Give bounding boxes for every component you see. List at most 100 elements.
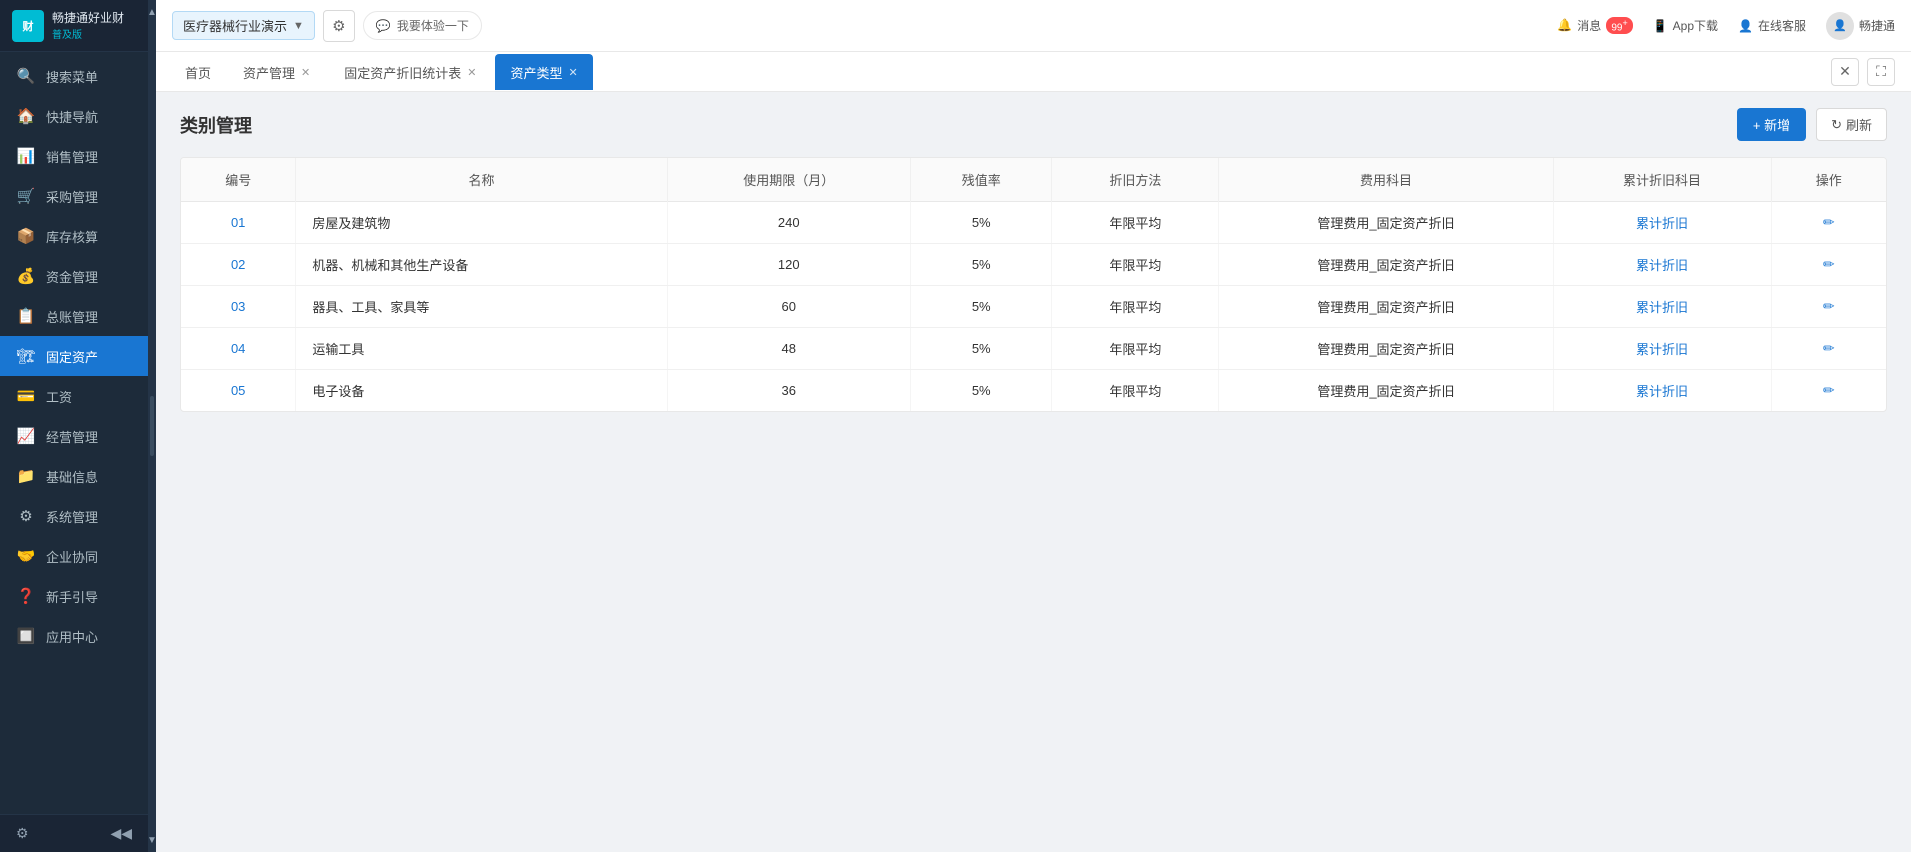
message-action[interactable]: 🔔 消息 99+ bbox=[1557, 17, 1632, 34]
edit-icon[interactable]: ✏ bbox=[1823, 298, 1835, 314]
cell-edit[interactable]: ✏ bbox=[1771, 328, 1886, 370]
topbar-settings-button[interactable]: ⚙ bbox=[323, 10, 355, 42]
sidebar-item-cooperation[interactable]: 🤝 企业协同 bbox=[0, 536, 148, 576]
username-label: 畅捷通 bbox=[1859, 17, 1895, 34]
sidebar-item-fixed-assets[interactable]: 🏗 固定资产 bbox=[0, 336, 148, 376]
col-name: 名称 bbox=[296, 158, 667, 202]
tabbar-expand-button[interactable]: ⛶ bbox=[1867, 58, 1895, 86]
col-actions: 操作 bbox=[1771, 158, 1886, 202]
experience-button[interactable]: 💬 我要体验一下 bbox=[363, 11, 482, 40]
sidebar-item-sales[interactable]: 📊 销售管理 bbox=[0, 136, 148, 176]
sidebar-item-basics[interactable]: 📁 基础信息 bbox=[0, 456, 148, 496]
cell-period: 36 bbox=[667, 370, 911, 412]
ops-icon: 📈 bbox=[16, 426, 36, 446]
tab-depreciation-stat[interactable]: 固定资产折旧统计表 ✕ bbox=[329, 54, 491, 90]
cell-edit[interactable]: ✏ bbox=[1771, 244, 1886, 286]
tab-depreciation-stat-close[interactable]: ✕ bbox=[467, 66, 476, 79]
cell-name: 电子设备 bbox=[296, 370, 667, 412]
app-download-action[interactable]: 📱 App下载 bbox=[1653, 17, 1718, 34]
sidebar-item-label: 固定资产 bbox=[46, 347, 98, 366]
cell-accumulated: 累计折旧 bbox=[1553, 244, 1771, 286]
cell-id: 02 bbox=[181, 244, 296, 286]
sidebar-item-label: 应用中心 bbox=[46, 627, 98, 646]
tab-home[interactable]: 首页 bbox=[172, 54, 224, 90]
purchase-icon: 🛒 bbox=[16, 186, 36, 206]
sidebar-item-guide[interactable]: ❓ 新手引导 bbox=[0, 576, 148, 616]
table-row: 03 器具、工具、家具等 60 5% 年限平均 管理费用_固定资产折旧 累计折旧… bbox=[181, 286, 1886, 328]
category-table-container: 编号 名称 使用期限（月） 残值率 折旧方法 费用科目 累计折旧科目 操作 01… bbox=[180, 157, 1887, 412]
experience-icon: 💬 bbox=[376, 19, 391, 33]
cell-period: 120 bbox=[667, 244, 911, 286]
sidebar-item-ledger[interactable]: 📋 总账管理 bbox=[0, 296, 148, 336]
category-table: 编号 名称 使用期限（月） 残值率 折旧方法 费用科目 累计折旧科目 操作 01… bbox=[181, 158, 1886, 411]
cell-expense: 管理费用_固定资产折旧 bbox=[1219, 328, 1553, 370]
sidebar-item-ops[interactable]: 📈 经营管理 bbox=[0, 416, 148, 456]
header-actions: + 新增 ↻ 刷新 bbox=[1737, 108, 1887, 141]
edit-icon[interactable]: ✏ bbox=[1823, 382, 1835, 398]
cell-edit[interactable]: ✏ bbox=[1771, 286, 1886, 328]
inventory-icon: 📦 bbox=[16, 226, 36, 246]
page-content: 类别管理 + 新增 ↻ 刷新 编号 名称 使用期限（月） 残值率 bbox=[156, 92, 1911, 852]
col-method: 折旧方法 bbox=[1052, 158, 1219, 202]
sidebar-item-inventory[interactable]: 📦 库存核算 bbox=[0, 216, 148, 256]
cell-name: 机器、机械和其他生产设备 bbox=[296, 244, 667, 286]
edit-icon[interactable]: ✏ bbox=[1823, 340, 1835, 356]
tab-asset-type[interactable]: 资产类型 ✕ bbox=[495, 54, 592, 90]
experience-label: 我要体验一下 bbox=[397, 17, 469, 34]
cell-residual: 5% bbox=[911, 244, 1052, 286]
tabbar-close-button[interactable]: ✕ bbox=[1831, 58, 1859, 86]
topbar-left: 医疗器械行业演示 ▼ ⚙ 💬 我要体验一下 bbox=[172, 10, 482, 42]
cell-edit[interactable]: ✏ bbox=[1771, 202, 1886, 244]
app-center-icon: 🔲 bbox=[16, 626, 36, 646]
cell-residual: 5% bbox=[911, 286, 1052, 328]
sidebar-item-label: 工资 bbox=[46, 387, 72, 406]
app-selector[interactable]: 医疗器械行业演示 ▼ bbox=[172, 11, 315, 40]
table-row: 05 电子设备 36 5% 年限平均 管理费用_固定资产折旧 累计折旧 ✏ bbox=[181, 370, 1886, 412]
cell-expense: 管理费用_固定资产折旧 bbox=[1219, 202, 1553, 244]
sidebar-logo: 财 畅捷通好业财 普及版 bbox=[0, 0, 148, 52]
edit-icon[interactable]: ✏ bbox=[1823, 214, 1835, 230]
refresh-label: 刷新 bbox=[1846, 115, 1872, 134]
new-button[interactable]: + 新增 bbox=[1737, 108, 1806, 141]
online-service-action[interactable]: 👤 在线客服 bbox=[1738, 17, 1806, 34]
sidebar-item-finance[interactable]: 💰 资金管理 bbox=[0, 256, 148, 296]
tab-asset-mgmt-label: 资产管理 bbox=[243, 63, 295, 82]
refresh-button[interactable]: ↻ 刷新 bbox=[1816, 108, 1887, 141]
sidebar-item-label: 快捷导航 bbox=[46, 107, 98, 126]
service-icon: 👤 bbox=[1738, 19, 1753, 33]
sidebar-item-system[interactable]: ⚙ 系统管理 bbox=[0, 496, 148, 536]
cooperation-icon: 🤝 bbox=[16, 546, 36, 566]
cell-edit[interactable]: ✏ bbox=[1771, 370, 1886, 412]
main-content: 医疗器械行业演示 ▼ ⚙ 💬 我要体验一下 🔔 消息 99+ 📱 App下载 bbox=[156, 0, 1911, 852]
sidebar-item-quick-nav[interactable]: 🏠 快捷导航 bbox=[0, 96, 148, 136]
cell-expense: 管理费用_固定资产折旧 bbox=[1219, 286, 1553, 328]
cell-id: 01 bbox=[181, 202, 296, 244]
cell-accumulated: 累计折旧 bbox=[1553, 286, 1771, 328]
sidebar-item-app-center[interactable]: 🔲 应用中心 bbox=[0, 616, 148, 656]
cell-residual: 5% bbox=[911, 202, 1052, 244]
topbar-right: 🔔 消息 99+ 📱 App下载 👤 在线客服 👤 畅捷通 bbox=[1557, 12, 1895, 40]
footer-collapse-icon[interactable]: ◀◀ bbox=[110, 825, 132, 842]
basics-icon: 📁 bbox=[16, 466, 36, 486]
sidebar-item-payroll[interactable]: 💳 工资 bbox=[0, 376, 148, 416]
cell-period: 48 bbox=[667, 328, 911, 370]
avatar: 👤 bbox=[1826, 12, 1854, 40]
col-period: 使用期限（月） bbox=[667, 158, 911, 202]
tab-asset-mgmt[interactable]: 资产管理 ✕ bbox=[228, 54, 325, 90]
sidebar-scrollbar: ▲ ▼ bbox=[148, 0, 156, 852]
tab-asset-type-close[interactable]: ✕ bbox=[569, 66, 578, 79]
footer-settings-icon[interactable]: ⚙ bbox=[16, 825, 29, 842]
tab-asset-type-label: 资产类型 bbox=[510, 63, 562, 82]
cell-accumulated: 累计折旧 bbox=[1553, 202, 1771, 244]
table-row: 01 房屋及建筑物 240 5% 年限平均 管理费用_固定资产折旧 累计折旧 ✏ bbox=[181, 202, 1886, 244]
tab-asset-mgmt-close[interactable]: ✕ bbox=[301, 66, 310, 79]
cell-id: 03 bbox=[181, 286, 296, 328]
table-header: 编号 名称 使用期限（月） 残值率 折旧方法 费用科目 累计折旧科目 操作 bbox=[181, 158, 1886, 202]
sidebar-item-search[interactable]: 🔍 搜索菜单 bbox=[0, 56, 148, 96]
tabbar-actions: ✕ ⛶ bbox=[1831, 58, 1895, 86]
user-profile[interactable]: 👤 畅捷通 bbox=[1826, 12, 1895, 40]
sales-icon: 📊 bbox=[16, 146, 36, 166]
cell-method: 年限平均 bbox=[1052, 202, 1219, 244]
edit-icon[interactable]: ✏ bbox=[1823, 256, 1835, 272]
sidebar-item-purchase[interactable]: 🛒 采购管理 bbox=[0, 176, 148, 216]
